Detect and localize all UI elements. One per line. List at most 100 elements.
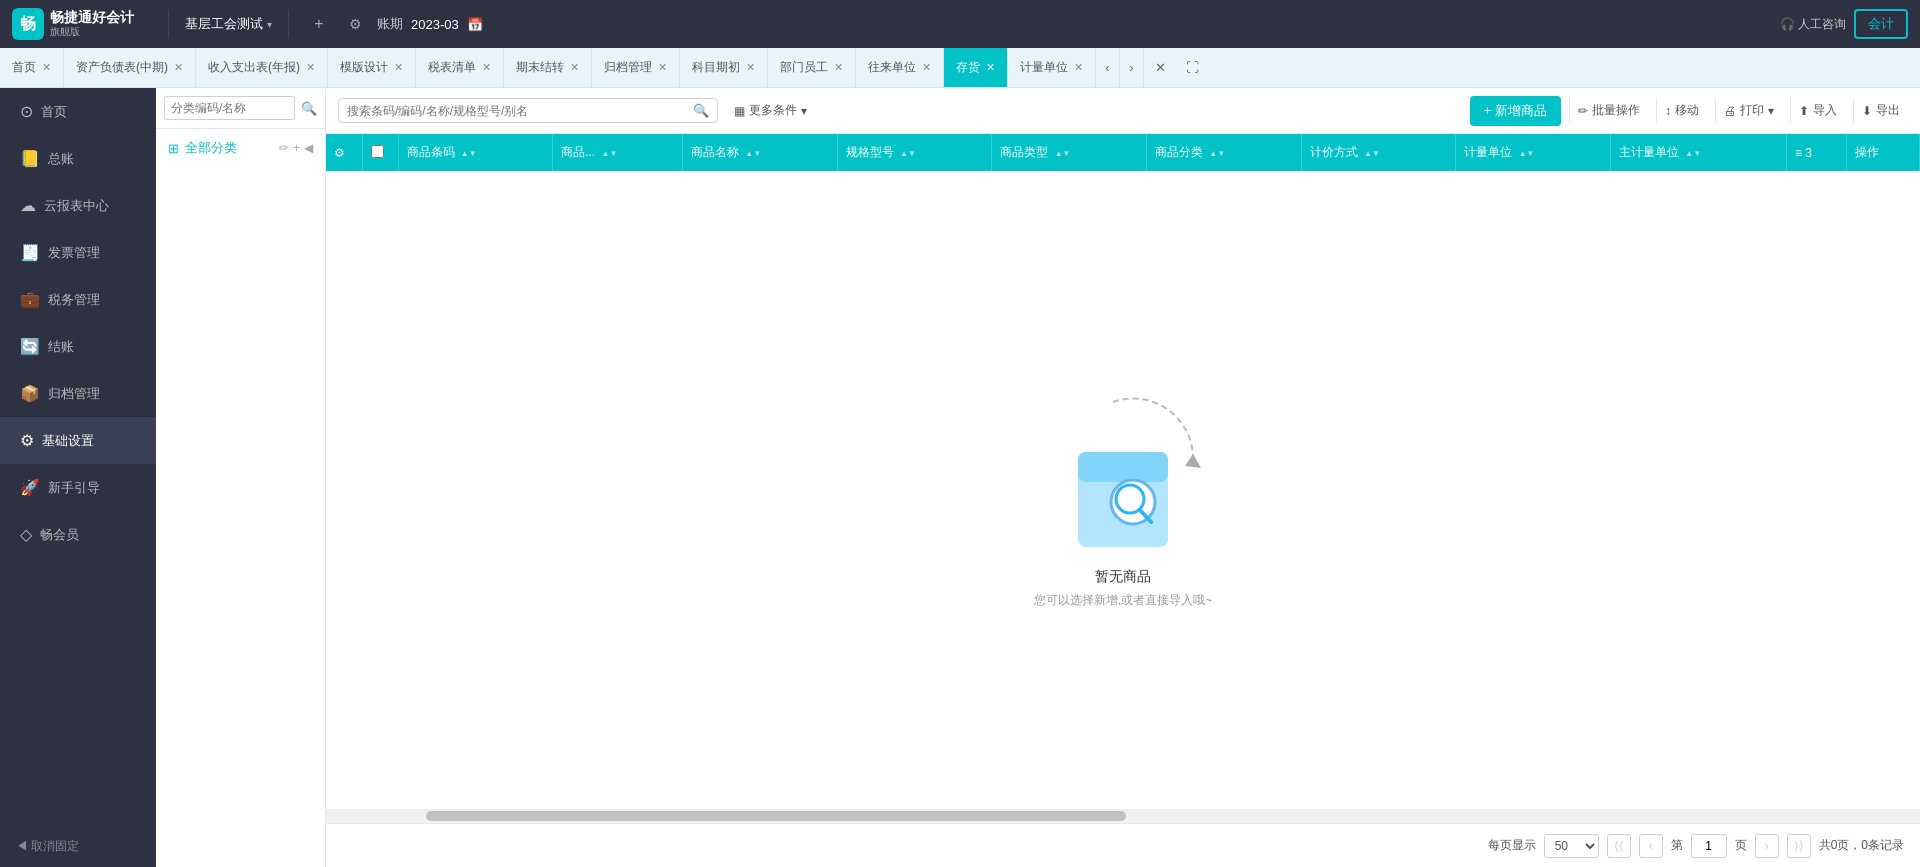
main-search-input[interactable] <box>347 104 687 118</box>
th-settings[interactable]: ⚙ <box>326 134 362 171</box>
th-name-label: 商品名称 <box>691 145 739 159</box>
header-divider-1 <box>168 10 169 38</box>
sidebar-unpin-button[interactable]: ◀ 取消固定 <box>0 826 156 867</box>
tab-tax-close-icon[interactable]: ✕ <box>482 61 491 74</box>
batch-operation-button[interactable]: ✏ 批量操作 <box>1569 98 1648 123</box>
scrollbar-track[interactable] <box>326 809 1920 823</box>
sidebar-item-settings[interactable]: ⚙ 基础设置 <box>0 417 156 464</box>
print-button[interactable]: 🖨 打印 ▾ <box>1715 98 1782 123</box>
sidebar-item-report[interactable]: ☁ 云报表中心 <box>0 182 156 229</box>
tab-archive[interactable]: 归档管理 ✕ <box>592 48 680 88</box>
tab-subject-close-icon[interactable]: ✕ <box>746 61 755 74</box>
sort-spec-icon[interactable]: ▲▼ <box>900 149 916 158</box>
total-records-label: 共0页，0条记录 <box>1819 837 1904 854</box>
tab-subject[interactable]: 科目期初 ✕ <box>680 48 768 88</box>
logo-area: 畅 畅捷通好会计 旗舰版 <box>12 8 152 40</box>
th-type: 商品类型 ▲▼ <box>992 134 1147 171</box>
edit-category-icon[interactable]: ✏ <box>279 141 289 155</box>
sort-name-icon[interactable]: ▲▼ <box>745 149 761 158</box>
sidebar-item-ledger[interactable]: 📒 总账 <box>0 135 156 182</box>
category-all[interactable]: ⊞ 全部分类 ✏ + ◀ <box>156 129 325 167</box>
sidebar-item-checkout[interactable]: 🔄 结账 <box>0 323 156 370</box>
home-icon: ⊙ <box>20 102 33 121</box>
filter-chevron-icon: ▾ <box>801 104 807 118</box>
add-product-button[interactable]: + 新增商品 <box>1470 96 1561 126</box>
page-label: 第 <box>1671 837 1683 854</box>
th-checkbox[interactable] <box>362 134 398 171</box>
sort-unit-icon[interactable]: ▲▼ <box>1519 149 1535 158</box>
tab-tax[interactable]: 税表清单 ✕ <box>416 48 504 88</box>
empty-desc: 您可以选择新增,或者直接导入哦~ <box>1034 592 1212 609</box>
sidebar-item-archive[interactable]: 📦 归档管理 <box>0 370 156 417</box>
add-category-icon[interactable]: + <box>293 141 300 155</box>
next-page-button[interactable]: › <box>1755 834 1779 858</box>
period-label: 账期 <box>377 15 403 33</box>
company-selector[interactable]: 基层工会测试 ▾ <box>185 15 272 33</box>
sort-code-icon[interactable]: ▲▼ <box>602 149 618 158</box>
per-page-select[interactable]: 50 10 20 100 <box>1544 834 1599 858</box>
tab-inventory[interactable]: 存货 ✕ <box>944 48 1008 88</box>
move-label: 移动 <box>1675 102 1699 119</box>
calendar-icon[interactable]: 📅 <box>467 17 483 32</box>
tab-maximize-button[interactable]: ⛶ <box>1176 48 1208 88</box>
tab-assets-close-icon[interactable]: ✕ <box>174 61 183 74</box>
main-search-icon[interactable]: 🔍 <box>693 103 709 118</box>
column-settings-icon[interactable]: ⚙ <box>334 146 345 160</box>
tab-period-close-icon[interactable]: ✕ <box>570 61 579 74</box>
last-page-button[interactable]: ⟩⟩ <box>1787 834 1811 858</box>
add-tab-button[interactable]: + <box>305 10 333 38</box>
tab-template[interactable]: 模版设计 ✕ <box>328 48 416 88</box>
tab-nav-right-button[interactable]: › <box>1120 48 1144 88</box>
sort-type-icon[interactable]: ▲▼ <box>1055 149 1071 158</box>
tab-dept-close-icon[interactable]: ✕ <box>834 61 843 74</box>
tab-unit-close-icon[interactable]: ✕ <box>1074 61 1083 74</box>
sidebar-item-member[interactable]: ◇ 畅会员 <box>0 511 156 558</box>
export-button[interactable]: ⬇ 导出 <box>1853 98 1908 123</box>
tab-tax-label: 税表清单 <box>428 59 476 76</box>
sort-main-unit-icon[interactable]: ▲▼ <box>1685 149 1701 158</box>
select-all-checkbox[interactable] <box>371 145 384 158</box>
tab-dept[interactable]: 部门员工 ✕ <box>768 48 856 88</box>
sidebar-item-invoice[interactable]: 🧾 发票管理 <box>0 229 156 276</box>
tab-home[interactable]: 首页 ✕ <box>0 48 64 88</box>
sort-price-icon[interactable]: ▲▼ <box>1364 149 1380 158</box>
import-button[interactable]: ⬆ 导入 <box>1790 98 1845 123</box>
kuaiji-button[interactable]: 会计 <box>1854 9 1908 39</box>
category-all-label: 全部分类 <box>185 139 237 157</box>
sidebar-item-tax[interactable]: 💼 税务管理 <box>0 276 156 323</box>
category-search-icon[interactable]: 🔍 <box>301 101 317 116</box>
tab-archive-close-icon[interactable]: ✕ <box>658 61 667 74</box>
tab-period[interactable]: 期末结转 ✕ <box>504 48 592 88</box>
tab-close-all-button[interactable]: ✕ <box>1144 48 1176 88</box>
tab-partner-close-icon[interactable]: ✕ <box>922 61 931 74</box>
service-button[interactable]: 🎧 人工咨询 <box>1780 16 1846 33</box>
tab-income-close-icon[interactable]: ✕ <box>306 61 315 74</box>
more-filter-button[interactable]: ▦ 更多条件 ▾ <box>726 98 815 123</box>
table-scroll-area[interactable]: ⚙ 商品条码 ▲▼ 商品... <box>326 134 1920 823</box>
tab-unit[interactable]: 计量单位 ✕ <box>1008 48 1096 88</box>
th-col3[interactable]: ≡ 3 <box>1786 134 1846 171</box>
sort-category-icon[interactable]: ▲▼ <box>1209 149 1225 158</box>
tab-inventory-close-icon[interactable]: ✕ <box>986 61 995 74</box>
scrollbar-thumb[interactable] <box>426 811 1126 821</box>
header-divider-2 <box>288 10 289 38</box>
tab-nav-left-button[interactable]: ‹ <box>1096 48 1120 88</box>
page-number-input[interactable] <box>1691 834 1727 858</box>
move-button[interactable]: ↕ 移动 <box>1656 98 1707 123</box>
tab-partner[interactable]: 往来单位 ✕ <box>856 48 944 88</box>
sidebar-item-home[interactable]: ⊙ 首页 <box>0 88 156 135</box>
tab-template-close-icon[interactable]: ✕ <box>394 61 403 74</box>
tab-income[interactable]: 收入支出表(年报) ✕ <box>196 48 328 88</box>
first-page-button[interactable]: ⟨⟨ <box>1607 834 1631 858</box>
prev-page-button[interactable]: ‹ <box>1639 834 1663 858</box>
sort-barcode-icon[interactable]: ▲▼ <box>461 149 477 158</box>
tab-assets[interactable]: 资产负债表(中期) ✕ <box>64 48 196 88</box>
sidebar-item-guide[interactable]: 🚀 新手引导 <box>0 464 156 511</box>
tab-home-close-icon[interactable]: ✕ <box>42 61 51 74</box>
category-search-input[interactable] <box>164 96 295 120</box>
th-unit: 计量单位 ▲▼ <box>1456 134 1611 171</box>
tab-inventory-label: 存货 <box>956 59 980 76</box>
collapse-panel-icon[interactable]: ◀ <box>304 141 313 155</box>
app-logo-icon: 畅 <box>12 8 44 40</box>
settings-tab-button[interactable]: ⚙ <box>341 10 369 38</box>
